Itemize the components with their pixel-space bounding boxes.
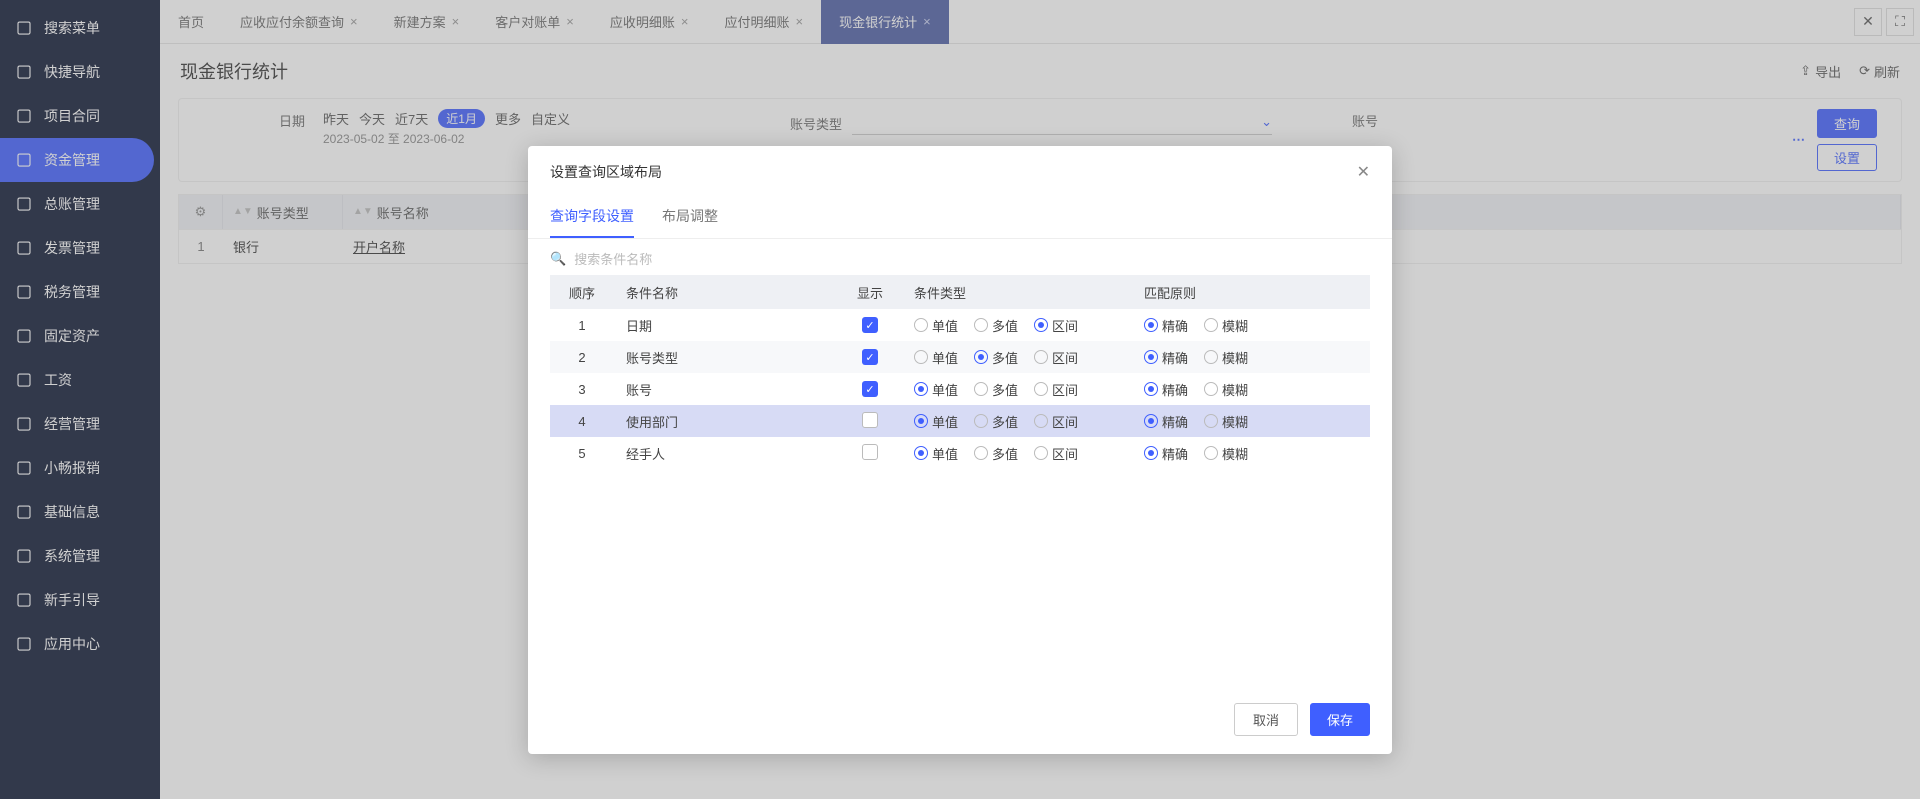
modal-search-input[interactable] [574, 252, 874, 267]
radio-type[interactable]: 多值 [974, 348, 1018, 367]
modal-cancel-button[interactable]: 取消 [1234, 703, 1298, 736]
radio-match[interactable]: 模糊 [1204, 412, 1248, 431]
radio-match[interactable]: 精确 [1144, 316, 1188, 335]
cell-name: 日期 [614, 316, 838, 335]
query-layout-modal: 设置查询区域布局 ✕ 查询字段设置 布局调整 🔍 顺序 条件名称 显示 条件类型… [528, 146, 1392, 754]
modal-row[interactable]: 5经手人 单值多值区间 精确模糊 [550, 437, 1370, 469]
cell-name: 账号 [614, 380, 838, 399]
show-checkbox[interactable] [862, 412, 878, 428]
radio-type[interactable]: 单值 [914, 380, 958, 399]
cell-seq: 4 [550, 414, 614, 429]
radio-match[interactable]: 精确 [1144, 348, 1188, 367]
cell-seq: 3 [550, 382, 614, 397]
cell-name: 使用部门 [614, 412, 838, 431]
show-checkbox[interactable]: ✓ [862, 349, 878, 365]
modal-row[interactable]: 3账号 ✓ 单值多值区间 精确模糊 [550, 373, 1370, 405]
radio-match[interactable]: 精确 [1144, 412, 1188, 431]
mcol-match: 匹配原则 [1132, 283, 1370, 302]
radio-type[interactable]: 多值 [974, 412, 1018, 431]
radio-match[interactable]: 模糊 [1204, 380, 1248, 399]
show-checkbox[interactable] [862, 444, 878, 460]
radio-match[interactable]: 精确 [1144, 380, 1188, 399]
cell-seq: 1 [550, 318, 614, 333]
radio-type[interactable]: 单值 [914, 444, 958, 463]
radio-match[interactable]: 模糊 [1204, 348, 1248, 367]
radio-match[interactable]: 模糊 [1204, 444, 1248, 463]
mcol-type: 条件类型 [902, 283, 1132, 302]
mcol-seq: 顺序 [550, 283, 614, 302]
radio-type[interactable]: 区间 [1034, 348, 1078, 367]
radio-match[interactable]: 精确 [1144, 444, 1188, 463]
radio-type[interactable]: 多值 [974, 444, 1018, 463]
modal-tab-layout[interactable]: 布局调整 [662, 198, 718, 238]
modal-close-button[interactable]: ✕ [1357, 162, 1370, 182]
modal-tab-fields[interactable]: 查询字段设置 [550, 198, 634, 238]
modal-title: 设置查询区域布局 [550, 162, 662, 182]
cell-name: 经手人 [614, 444, 838, 463]
cell-seq: 2 [550, 350, 614, 365]
show-checkbox[interactable]: ✓ [862, 317, 878, 333]
radio-type[interactable]: 区间 [1034, 316, 1078, 335]
mcol-name: 条件名称 [614, 283, 838, 302]
search-icon: 🔍 [550, 251, 566, 267]
radio-type[interactable]: 单值 [914, 348, 958, 367]
radio-type[interactable]: 多值 [974, 316, 1018, 335]
radio-type[interactable]: 区间 [1034, 444, 1078, 463]
modal-row[interactable]: 4使用部门 单值多值区间 精确模糊 [550, 405, 1370, 437]
cell-name: 账号类型 [614, 348, 838, 367]
modal-row[interactable]: 2账号类型 ✓ 单值多值区间 精确模糊 [550, 341, 1370, 373]
modal-overlay: 设置查询区域布局 ✕ 查询字段设置 布局调整 🔍 顺序 条件名称 显示 条件类型… [0, 0, 1920, 799]
mcol-show: 显示 [838, 283, 902, 302]
radio-type[interactable]: 单值 [914, 412, 958, 431]
radio-match[interactable]: 模糊 [1204, 316, 1248, 335]
modal-save-button[interactable]: 保存 [1310, 703, 1370, 736]
radio-type[interactable]: 单值 [914, 316, 958, 335]
show-checkbox[interactable]: ✓ [862, 381, 878, 397]
modal-row[interactable]: 1日期 ✓ 单值多值区间 精确模糊 [550, 309, 1370, 341]
radio-type[interactable]: 区间 [1034, 380, 1078, 399]
radio-type[interactable]: 多值 [974, 380, 1018, 399]
radio-type[interactable]: 区间 [1034, 412, 1078, 431]
cell-seq: 5 [550, 446, 614, 461]
